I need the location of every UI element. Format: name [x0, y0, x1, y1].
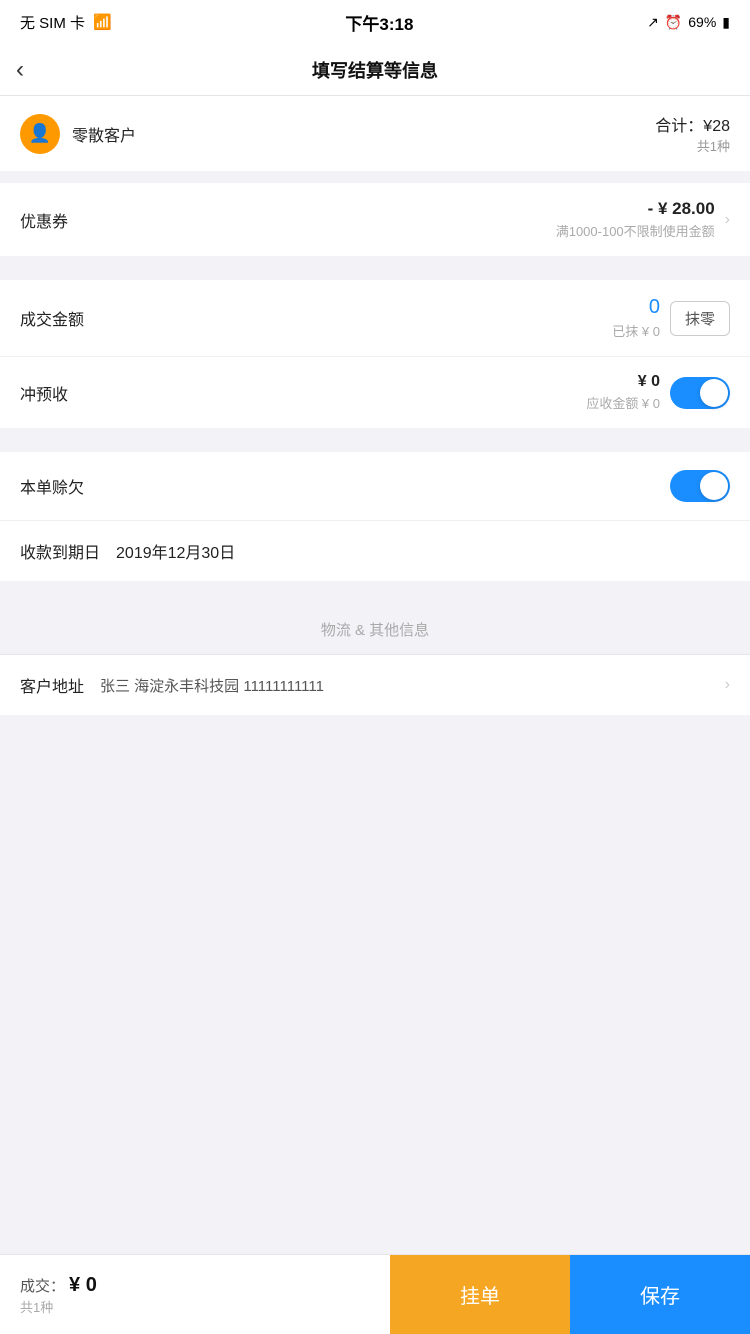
address-row[interactable]: 客户地址 张三 海淀永丰科技园 11111111111 › [0, 655, 750, 715]
coupon-section: 优惠券 - ¥ 28.00 满1000-100不限制使用金额 › [0, 183, 750, 256]
transaction-label: 成交金额 [20, 306, 100, 330]
coupon-discount: - ¥ 28.00 [556, 199, 715, 219]
coupon-label: 优惠券 [20, 208, 100, 232]
avatar-icon: 👤 [29, 123, 51, 144]
no-sim-text: 无 SIM 卡 [20, 12, 85, 33]
content: 👤 零散客户 合计：¥28 共1种 优惠券 - ¥ 28.00 满1000-10… [0, 96, 750, 817]
prepaid-row: 冲预收 ¥ 0 应收金额 ¥ 0 [0, 356, 750, 428]
divider-1 [0, 268, 750, 280]
logistics-section-label: 物流 & 其他信息 [0, 605, 750, 654]
due-date-label: 收款到期日 [20, 539, 100, 563]
address-value: 张三 海淀永丰科技园 11111111111 [100, 675, 324, 696]
status-right: ↗ ⏰ 69% ▮ [647, 14, 730, 31]
wifi-icon: 📶 [93, 13, 112, 31]
coupon-value-col: - ¥ 28.00 满1000-100不限制使用金额 [556, 199, 715, 240]
status-bar: 无 SIM 卡 📶 下午3:18 ↗ ⏰ 69% ▮ [0, 0, 750, 44]
customer-left: 👤 零散客户 [20, 114, 136, 154]
customer-avatar: 👤 [20, 114, 60, 154]
transaction-value[interactable]: 0 [612, 296, 660, 319]
prepaid-right: ¥ 0 应收金额 ¥ 0 [586, 373, 730, 412]
customer-count: 共1种 [655, 136, 730, 155]
debt-row: 本单赊欠 [0, 452, 750, 520]
coupon-chevron-icon: › [725, 211, 730, 229]
transaction-row: 成交金额 0 已抹 ¥ 0 抹零 [0, 280, 750, 356]
coupon-row[interactable]: 优惠券 - ¥ 28.00 满1000-100不限制使用金额 › [0, 183, 750, 256]
debt-toggle[interactable] [670, 470, 730, 502]
moling-button[interactable]: 抹零 [670, 301, 730, 336]
customer-total: 合计：¥28 [655, 112, 730, 136]
bottom-amount: ¥ 0 [69, 1274, 97, 1297]
transaction-section: 成交金额 0 已抹 ¥ 0 抹零 冲预收 ¥ 0 应收金额 ¥ 0 [0, 280, 750, 428]
nav-bar: ‹ 填写结算等信息 [0, 44, 750, 96]
customer-row[interactable]: 👤 零散客户 合计：¥28 共1种 [0, 96, 750, 171]
divider-3 [0, 593, 750, 605]
bottom-trans-label: 成交： [20, 1275, 65, 1296]
prepaid-value: ¥ 0 [586, 373, 660, 391]
prepaid-toggle[interactable] [670, 377, 730, 409]
alarm-icon: ⏰ [665, 14, 682, 31]
status-time: 下午3:18 [345, 10, 413, 35]
battery-icon: ▮ [722, 14, 730, 31]
address-section: 客户地址 张三 海淀永丰科技园 11111111111 › [0, 655, 750, 715]
battery-text: 69% [688, 14, 716, 30]
bottom-left: 成交： ¥ 0 共1种 [0, 1274, 390, 1316]
hang-button[interactable]: 挂单 [390, 1255, 570, 1334]
status-left: 无 SIM 卡 📶 [20, 12, 112, 33]
coupon-right: - ¥ 28.00 满1000-100不限制使用金额 › [556, 199, 730, 240]
prepaid-sub: 应收金额 ¥ 0 [586, 393, 660, 412]
coupon-desc: 满1000-100不限制使用金额 [556, 221, 715, 240]
prepaid-toggle-knob [700, 379, 728, 407]
prepaid-value-col: ¥ 0 应收金额 ¥ 0 [586, 373, 660, 412]
save-button[interactable]: 保存 [570, 1255, 750, 1334]
address-label: 客户地址 [20, 673, 84, 697]
back-button[interactable]: ‹ [16, 56, 24, 84]
debt-toggle-knob [700, 472, 728, 500]
customer-name: 零散客户 [72, 122, 136, 146]
address-left: 客户地址 张三 海淀永丰科技园 11111111111 [20, 673, 324, 697]
customer-section: 👤 零散客户 合计：¥28 共1种 [0, 96, 750, 171]
page-title: 填写结算等信息 [312, 57, 438, 83]
bottom-count: 共1种 [20, 1297, 370, 1316]
transaction-sub: 已抹 ¥ 0 [612, 321, 660, 340]
customer-right: 合计：¥28 共1种 [655, 112, 730, 155]
address-chevron-icon: › [725, 676, 730, 694]
transaction-right: 0 已抹 ¥ 0 抹零 [612, 296, 730, 340]
due-date-value: 2019年12月30日 [116, 539, 235, 563]
transaction-value-col: 0 已抹 ¥ 0 [612, 296, 660, 340]
location-icon: ↗ [647, 14, 659, 31]
due-date-row[interactable]: 收款到期日 2019年12月30日 [0, 520, 750, 581]
debt-section: 本单赊欠 收款到期日 2019年12月30日 [0, 452, 750, 581]
bottom-bar: 成交： ¥ 0 共1种 挂单 保存 [0, 1254, 750, 1334]
debt-label: 本单赊欠 [20, 474, 100, 498]
divider-2 [0, 440, 750, 452]
prepaid-label: 冲预收 [20, 381, 100, 405]
